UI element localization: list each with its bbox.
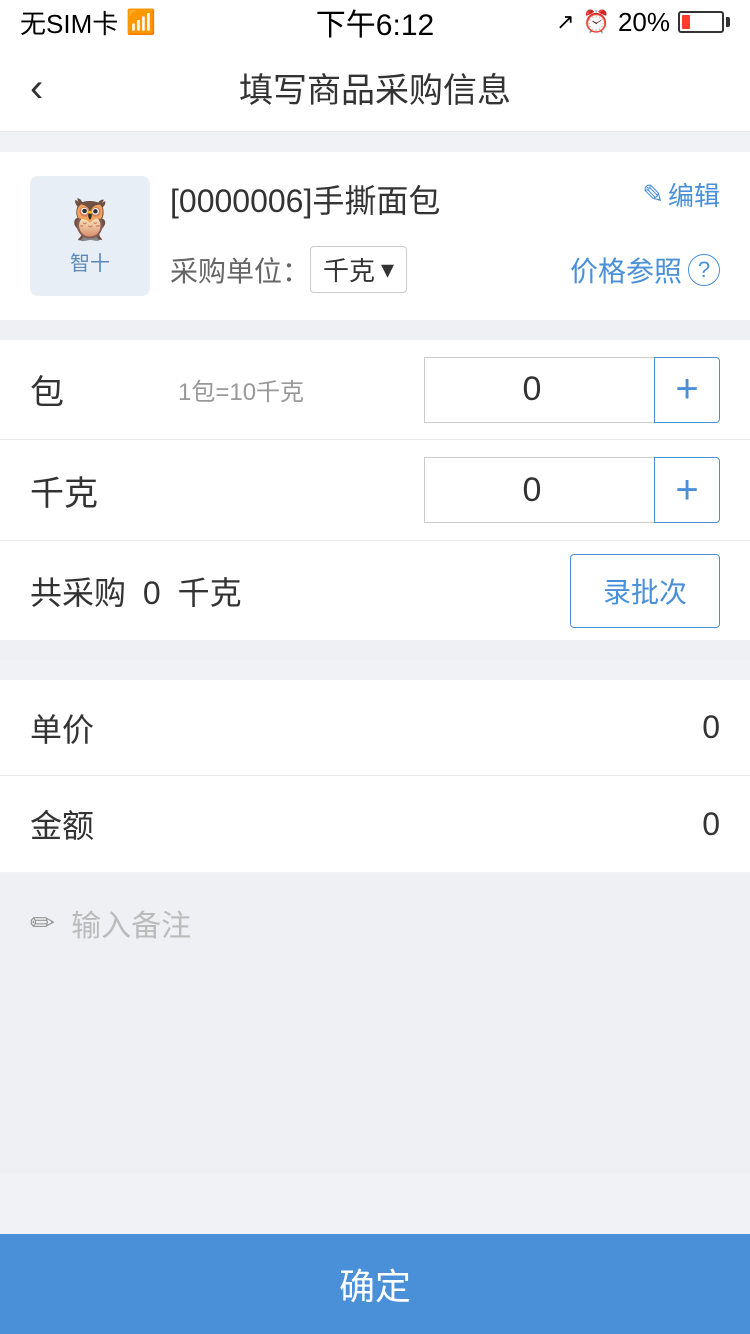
product-info: [0000006]手撕面包 ✎ 编辑 采购单位： 千克 ▾ 价格参照 ? [170, 176, 720, 293]
kg-label: 千克 [30, 466, 150, 515]
page-title: 填写商品采购信息 [239, 63, 511, 112]
amount-label: 金额 [30, 801, 702, 847]
record-batch-button[interactable]: 录批次 [570, 554, 720, 628]
total-row: 共采购 0 千克 录批次 [0, 540, 750, 640]
product-logo-text: 智十 [70, 247, 110, 276]
edit-icon: ✎ [642, 179, 664, 210]
edit-button[interactable]: ✎ 编辑 [642, 176, 720, 213]
battery-percent: 20% [618, 7, 670, 38]
status-time: 下午6:12 [316, 0, 434, 44]
notes-placeholder: 输入备注 [71, 901, 191, 945]
amount-row: 金额 0 [0, 776, 750, 872]
battery-icon [678, 11, 730, 33]
total-prefix: 共采购 [30, 575, 126, 611]
section-divider-1 [0, 320, 750, 340]
product-logo-icon: 🦉 [65, 196, 115, 243]
total-unit: 千克 [178, 575, 242, 611]
bottom-space [0, 973, 750, 1173]
kg-quantity-control: + [424, 457, 720, 523]
status-bar: 无SIM卡 📶 下午6:12 ↗ ⏰ 20% [0, 0, 750, 44]
confirm-button[interactable]: 确定 [0, 1234, 750, 1334]
alarm-icon: ⏰ [583, 9, 610, 35]
price-ref-label: 价格参照 [570, 250, 682, 290]
edit-label: 编辑 [668, 176, 720, 213]
bag-label: 包 [30, 365, 150, 414]
product-image: 🦉 智十 [30, 176, 150, 296]
wifi-icon: 📶 [126, 8, 156, 37]
price-reference-button[interactable]: 价格参照 ? [570, 250, 720, 290]
bag-quantity-input[interactable] [424, 357, 654, 423]
product-card: 🦉 智十 [0000006]手撕面包 ✎ 编辑 采购单位： 千克 ▾ [0, 152, 750, 320]
back-button[interactable]: ‹ [30, 68, 43, 108]
price-section: 单价 0 金额 0 [0, 680, 750, 872]
total-value: 0 [143, 575, 161, 611]
location-icon: ↗ [556, 9, 574, 35]
bag-sublabel: 1包=10千克 [178, 372, 304, 407]
unit-value: 千克 [323, 251, 375, 288]
status-left: 无SIM卡 📶 [20, 4, 156, 41]
unit-prefix-label: 采购单位： [170, 250, 310, 290]
kg-plus-button[interactable]: + [654, 457, 720, 523]
bag-plus-button[interactable]: + [654, 357, 720, 423]
unit-price-value: 0 [702, 709, 720, 746]
status-right: ↗ ⏰ 20% [556, 7, 730, 38]
bag-input-row: 包 1包=10千克 + [0, 340, 750, 440]
nav-bar: ‹ 填写商品采购信息 [0, 44, 750, 132]
amount-value: 0 [702, 806, 720, 843]
input-section: 包 1包=10千克 + 千克 + [0, 340, 750, 540]
unit-price-row: 单价 0 [0, 680, 750, 776]
unit-price-label: 单价 [30, 705, 702, 751]
dropdown-arrow-icon: ▾ [381, 254, 394, 285]
total-label: 共采购 0 千克 [30, 568, 570, 614]
kg-input-row: 千克 + [0, 440, 750, 540]
carrier-label: 无SIM卡 [20, 4, 118, 41]
kg-quantity-input[interactable] [424, 457, 654, 523]
help-icon: ? [688, 254, 720, 286]
bag-quantity-control: + [424, 357, 720, 423]
notes-icon: ✏ [30, 906, 55, 941]
product-name: [0000006]手撕面包 [170, 176, 440, 222]
notes-section[interactable]: ✏ 输入备注 [0, 873, 750, 973]
unit-select[interactable]: 千克 ▾ [310, 246, 407, 293]
section-divider-2 [0, 640, 750, 660]
